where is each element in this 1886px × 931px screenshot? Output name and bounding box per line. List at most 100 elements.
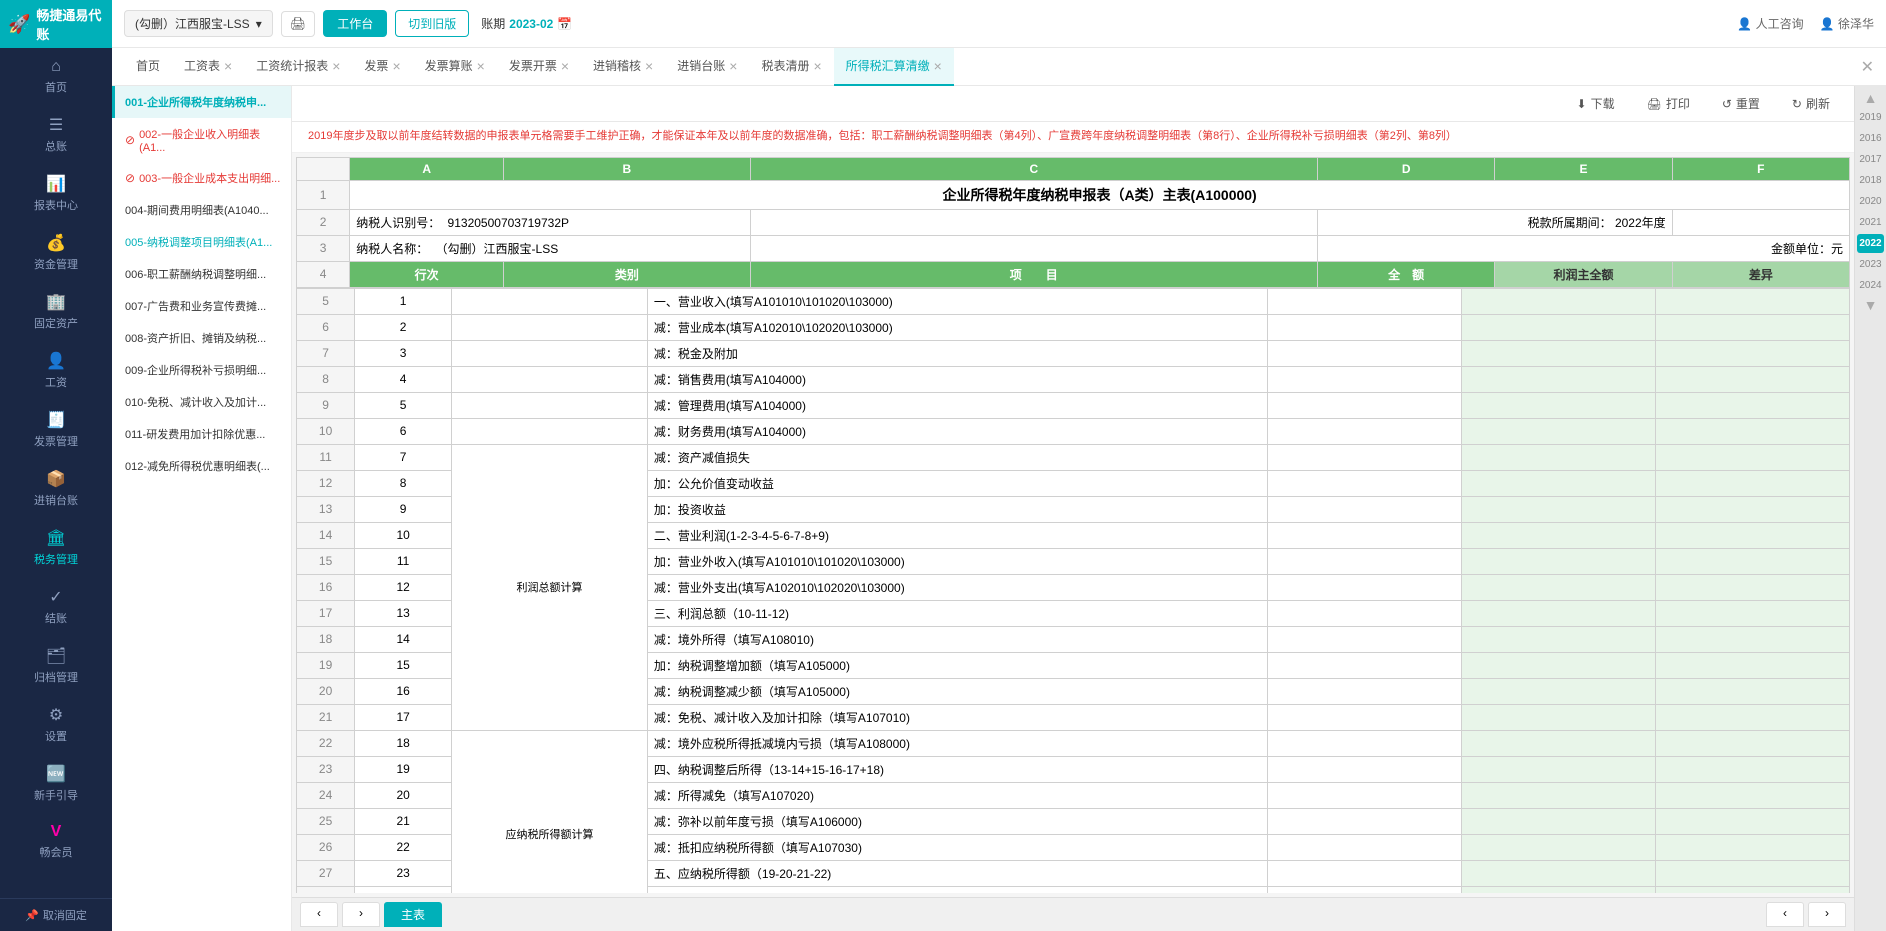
list-panel: 001-企业所得税年度纳税申... 002-一般企业收入明细表(A1... 00… [112, 86, 292, 931]
list-item-011[interactable]: 011-研发费用加计扣除优惠... [112, 418, 291, 450]
close-tab-purchase-ledger[interactable]: × [729, 58, 737, 74]
sidebar-item-assets[interactable]: 🏢 固定资产 [0, 282, 112, 341]
scroll-left-icon[interactable]: ‹ [1766, 902, 1804, 927]
sidebar-item-guide[interactable]: 🆕 新手引导 [0, 754, 112, 813]
tab-home[interactable]: 首页 [124, 48, 172, 86]
timeline-panel: ▲ 2019 2016 2017 2018 2020 2021 2022 202… [1854, 86, 1886, 931]
sidebar-item-salary[interactable]: 👤 工资 [0, 341, 112, 400]
sheet-area: ⬇ 下载 🖨 打印 ↺ 重置 ↻ 刷新 [292, 86, 1854, 931]
sidebar-item-member[interactable]: V 畅会员 [0, 813, 112, 870]
tax-icon: 🏛 [46, 528, 66, 548]
header-xiangmu: 项 目 [750, 261, 1317, 287]
timeline-year-2019[interactable]: 2019 [1857, 108, 1883, 127]
sheet-notice: 2019年度步及取以前年度结转数据的申报表单元格需要手工维护正确，才能保证本年及… [292, 122, 1854, 153]
close-all-tabs[interactable]: ✕ [1861, 57, 1874, 77]
sidebar-bottom-unpin[interactable]: 📌 取消固定 [0, 898, 112, 931]
timeline-year-2023[interactable]: 2023 [1857, 255, 1883, 274]
logo-icon: 🚀 [8, 14, 30, 35]
nav-tabs: 首页 工资表 × 工资统计报表 × 发票 × 发票算账 × 发票开票 × 进销稽… [112, 48, 1886, 86]
list-item-005[interactable]: 005-纳税调整项目明细表(A1... [112, 226, 291, 258]
list-item-001[interactable]: 001-企业所得税年度纳税申... [112, 86, 291, 118]
sidebar-item-purchase[interactable]: 📦 进销台账 [0, 459, 112, 518]
print-button[interactable]: 🖨 打印 [1639, 92, 1698, 115]
tab-salary[interactable]: 工资表 × [172, 48, 244, 86]
calendar-icon[interactable]: 📅 [557, 17, 572, 31]
sheet-tab-main[interactable]: 主表 [384, 902, 442, 927]
sidebar-item-home[interactable]: ⌂ 首页 [0, 48, 112, 105]
taxpayer-name-cell: 纳税人名称： （勾删）江西服宝-LSS [350, 235, 750, 261]
tab-purchase-ledger[interactable]: 进销台账 × [665, 48, 749, 86]
print-icon-btn[interactable]: 🖨 [281, 11, 316, 37]
close-tab-tax-annual[interactable]: × [934, 58, 942, 74]
tab-invoice-calc[interactable]: 发票算账 × [413, 48, 497, 86]
timeline-up-icon[interactable]: ▲ [1864, 90, 1878, 106]
header-lirun: 利润主全额 [1495, 261, 1672, 287]
report-icon: 📊 [46, 174, 66, 194]
tab-tax-forms[interactable]: 税表清册 × [749, 48, 833, 86]
timeline-year-2018[interactable]: 2018 [1857, 171, 1883, 190]
list-item-010[interactable]: 010-免税、减计收入及加计... [112, 386, 291, 418]
main-area: (勾删）江西服宝-LSS ▾ 🖨 工作台 切到旧版 账期 2023-02 📅 👤… [112, 0, 1886, 931]
close-tab-salary-stat[interactable]: × [332, 58, 340, 74]
close-tab-invoice[interactable]: × [392, 58, 400, 74]
archive-icon: 🗂 [46, 646, 66, 666]
sidebar: 🚀 畅捷通易代账 ⌂ 首页 ☰ 总账 📊 报表中心 💰 资金管理 🏢 固定资产 … [0, 0, 112, 931]
close-tab-salary[interactable]: × [224, 58, 232, 74]
sidebar-item-settle[interactable]: ✓ 结账 [0, 577, 112, 636]
company-selector[interactable]: (勾删）江西服宝-LSS ▾ [124, 10, 273, 37]
list-item-009[interactable]: 009-企业所得税补亏损明细... [112, 354, 291, 386]
sidebar-item-settings[interactable]: ⚙ 设置 [0, 695, 112, 754]
list-item-007[interactable]: 007-广告费和业务宣传费摊... [112, 290, 291, 322]
col-rownum-header [297, 157, 350, 180]
user-name[interactable]: 👤 徐泽华 [1820, 15, 1874, 32]
reset-button[interactable]: ↺ 重置 [1714, 92, 1768, 115]
sidebar-item-tax[interactable]: 🏛 税务管理 [0, 518, 112, 577]
tab-invoice[interactable]: 发票 × [352, 48, 412, 86]
close-tab-invoice-calc[interactable]: × [477, 58, 485, 74]
sidebar-item-funds[interactable]: 💰 资金管理 [0, 223, 112, 282]
col-c-header: C [750, 157, 1317, 180]
workbench-button[interactable]: 工作台 [323, 10, 387, 37]
reset-icon: ↺ [1722, 97, 1732, 111]
download-button[interactable]: ⬇ 下载 [1569, 92, 1623, 115]
timeline-year-2022[interactable]: 2022 [1857, 234, 1883, 253]
list-item-004[interactable]: 004-期间费用明细表(A1040... [112, 194, 291, 226]
sidebar-item-report[interactable]: 📊 报表中心 [0, 164, 112, 223]
timeline-year-2024[interactable]: 2024 [1857, 276, 1883, 295]
list-item-006[interactable]: 006-职工薪酬纳税调整明细... [112, 258, 291, 290]
timeline-year-2017[interactable]: 2017 [1857, 150, 1883, 169]
scroll-right-icon[interactable]: › [1808, 902, 1846, 927]
tab-tax-annual[interactable]: 所得税汇算清缴 × [834, 48, 954, 86]
sheet-tabs: ‹ › 主表 ‹ › [292, 897, 1854, 931]
timeline-year-2020[interactable]: 2020 [1857, 192, 1883, 211]
table-wrapper[interactable]: A B C D E F 1 企业所 [296, 157, 1850, 893]
timeline-down-icon[interactable]: ▼ [1864, 297, 1878, 313]
timeline-year-2016[interactable]: 2016 [1857, 129, 1883, 148]
close-tab-tax-forms[interactable]: × [813, 58, 821, 74]
nav-next-icon[interactable]: › [342, 902, 380, 927]
table-row: 73减：税金及附加 [297, 340, 1850, 366]
logo: 🚀 畅捷通易代账 [0, 0, 112, 48]
refresh-icon: ↻ [1792, 97, 1802, 111]
list-item-008[interactable]: 008-资产折旧、摊销及纳税... [112, 322, 291, 354]
list-item-012[interactable]: 012-减免所得税优惠明细表(... [112, 450, 291, 482]
close-tab-purchase-audit[interactable]: × [645, 58, 653, 74]
tab-salary-stat[interactable]: 工资统计报表 × [244, 48, 352, 86]
print-icon: 🖨 [1647, 97, 1662, 111]
sidebar-item-invoice[interactable]: 🧾 发票管理 [0, 400, 112, 459]
sidebar-item-ledger[interactable]: ☰ 总账 [0, 105, 112, 164]
sidebar-item-archive[interactable]: 🗂 归档管理 [0, 636, 112, 695]
settings-icon: ⚙ [49, 705, 63, 725]
refresh-button[interactable]: ↻ 刷新 [1784, 92, 1838, 115]
timeline-year-2021[interactable]: 2021 [1857, 213, 1883, 232]
list-item-003[interactable]: 003-一般企业成本支出明细... [112, 162, 291, 194]
header-row: 4 行次 类别 项 目 全 额 利润主全额 差异 [297, 261, 1850, 287]
home-icon: ⌂ [51, 58, 61, 76]
tab-purchase-audit[interactable]: 进销稽核 × [581, 48, 665, 86]
switch-btn[interactable]: 切到旧版 [395, 10, 469, 37]
close-tab-invoice-open[interactable]: × [561, 58, 569, 74]
user-service[interactable]: 👤 人工咨询 [1737, 15, 1803, 32]
nav-prev-icon[interactable]: ‹ [300, 902, 338, 927]
tab-invoice-open[interactable]: 发票开票 × [497, 48, 581, 86]
list-item-002[interactable]: 002-一般企业收入明细表(A1... [112, 118, 291, 162]
